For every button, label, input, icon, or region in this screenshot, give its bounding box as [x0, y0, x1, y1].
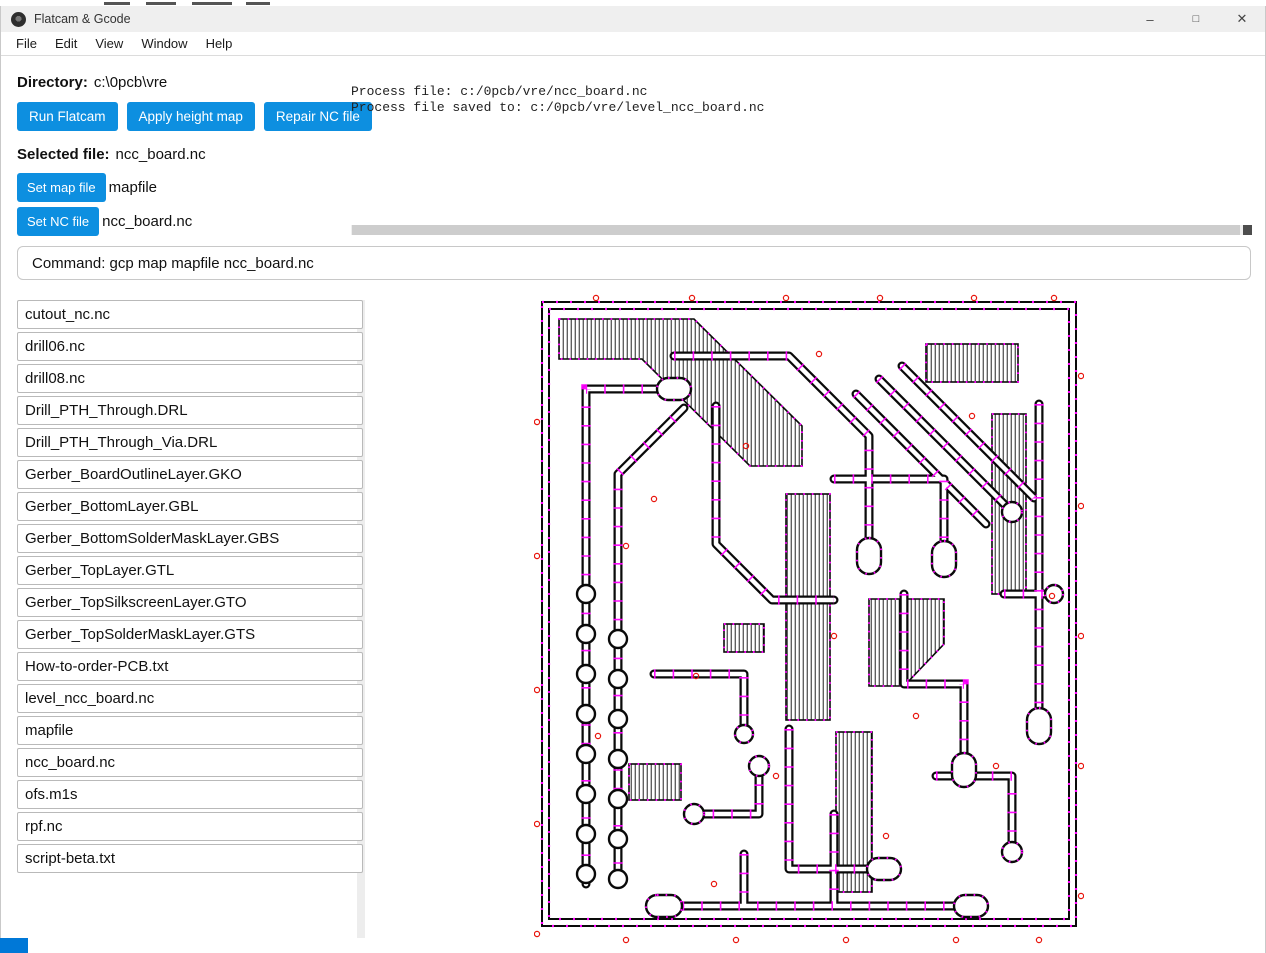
log-output: Process file: c:/0pcb/vre/ncc_board.nc Pr… [351, 84, 1241, 224]
file-list-item[interactable]: script-beta.txt [17, 844, 363, 873]
apply-height-map-button[interactable]: Apply height map [126, 102, 255, 131]
file-panel: cutout_nc.nc drill06.nc drill08.nc Drill_PT… [17, 300, 365, 938]
file-list-item[interactable]: Drill_PTH_Through_Via.DRL [17, 428, 363, 457]
app-window: Flatcam & Gcode – □ ✕ File Edit View Window… [0, 6, 1266, 953]
directory-row: Directory: c:\0pcb\vre [17, 74, 167, 91]
taskbar-accent-block [0, 938, 28, 953]
directory-label: Directory: [17, 74, 88, 91]
selected-file-value: ncc_board.nc [115, 146, 206, 163]
close-button-icon[interactable]: ✕ [1219, 6, 1265, 32]
action-buttons-row: Run Flatcam Apply height map Repair NC f… [17, 102, 381, 131]
menu-item-file[interactable]: File [7, 32, 46, 56]
file-list-item[interactable]: Gerber_BoardOutlineLayer.GKO [17, 460, 363, 489]
menu-item-view[interactable]: View [86, 32, 132, 56]
pcb-preview [533, 294, 1085, 944]
log-horizontal-scrollbar[interactable] [351, 225, 1252, 235]
file-list-item[interactable]: mapfile [17, 716, 363, 745]
screen: Flatcam & Gcode – □ ✕ File Edit View Window… [0, 0, 1266, 953]
file-list: cutout_nc.nc drill06.nc drill08.nc Drill_PT… [17, 300, 365, 873]
file-list-item[interactable]: rpf.nc [17, 812, 363, 841]
command-bar[interactable]: Command: gcp map mapfile ncc_board.nc [17, 246, 1251, 280]
set-map-file-row: Set map file mapfile [17, 173, 157, 202]
menu-item-edit[interactable]: Edit [46, 32, 86, 56]
menu-item-help[interactable]: Help [197, 32, 242, 56]
log-line: Process file: c:/0pcb/vre/ncc_board.nc [351, 84, 648, 99]
main-content: Directory: c:\0pcb\vre Run Flatcam Apply … [1, 56, 1265, 953]
scrollbar-thumb[interactable] [352, 225, 1240, 235]
file-list-item[interactable]: Gerber_TopSolderMaskLayer.GTS [17, 620, 363, 649]
file-list-item[interactable]: level_ncc_board.nc [17, 684, 363, 713]
window-controls: – □ ✕ [1127, 6, 1265, 32]
menu-item-window[interactable]: Window [132, 32, 196, 56]
window-title: Flatcam & Gcode [34, 12, 131, 26]
map-file-value: mapfile [108, 179, 158, 196]
set-map-file-button[interactable]: Set map file [17, 173, 106, 202]
file-list-item[interactable]: How-to-order-PCB.txt [17, 652, 363, 681]
nc-file-value: ncc_board.nc [102, 213, 193, 230]
log-line: Process file saved to: c:/0pcb/vre/level… [351, 99, 765, 115]
selected-file-label: Selected file: [17, 146, 110, 163]
set-nc-file-button[interactable]: Set NC file [17, 207, 100, 236]
command-text: Command: gcp map mapfile ncc_board.nc [32, 254, 314, 272]
file-list-item[interactable]: Gerber_BottomLayer.GBL [17, 492, 363, 521]
run-flatcam-button[interactable]: Run Flatcam [17, 102, 118, 131]
file-list-item[interactable]: drill06.nc [17, 332, 363, 361]
scrollbar-corner [1243, 225, 1252, 235]
maximize-button-icon[interactable]: □ [1173, 6, 1219, 32]
directory-value: c:\0pcb\vre [93, 74, 168, 91]
file-list-item[interactable]: Gerber_TopSilkscreenLayer.GTO [17, 588, 363, 617]
file-list-item[interactable]: ofs.m1s [17, 780, 363, 809]
file-list-item[interactable]: cutout_nc.nc [17, 300, 363, 329]
app-icon [11, 11, 26, 27]
file-list-item[interactable]: ncc_board.nc [17, 748, 363, 777]
minimize-button-icon[interactable]: – [1127, 6, 1173, 32]
file-list-item[interactable]: Gerber_BottomSolderMaskLayer.GBS [17, 524, 363, 553]
file-list-item[interactable]: Gerber_TopLayer.GTL [17, 556, 363, 585]
file-list-item[interactable]: drill08.nc [17, 364, 363, 393]
selected-file-row: Selected file: ncc_board.nc [17, 146, 206, 163]
menu-bar: File Edit View Window Help [1, 32, 1265, 56]
title-bar: Flatcam & Gcode – □ ✕ [1, 6, 1265, 32]
pcb-gcode-plot [533, 294, 1085, 944]
file-list-item[interactable]: Drill_PTH_Through.DRL [17, 396, 363, 425]
set-nc-file-row: Set NC file ncc_board.nc [17, 207, 192, 236]
